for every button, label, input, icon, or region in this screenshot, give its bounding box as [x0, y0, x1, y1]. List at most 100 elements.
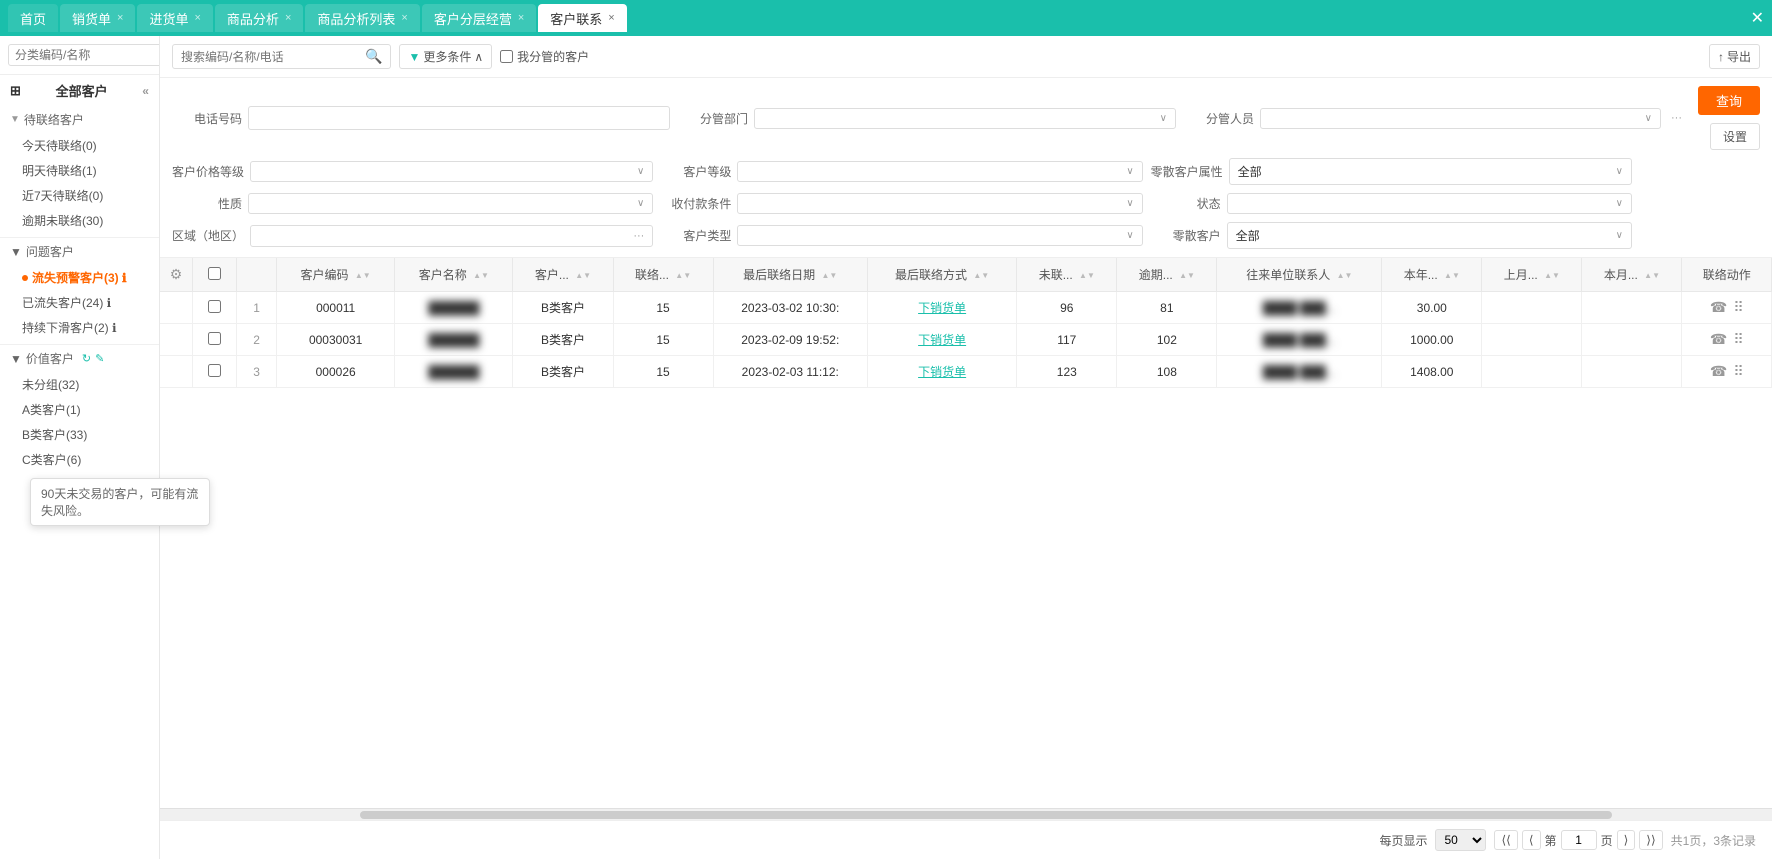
sidebar-item-today[interactable]: 今天待联络(0) [0, 133, 159, 158]
th-last-month[interactable]: 上月... ▲▼ [1482, 258, 1582, 292]
filter-cust-grade-select[interactable]: ∨ [737, 161, 1142, 182]
filter-nature-select[interactable]: ∨ [248, 193, 653, 214]
page-input[interactable] [1561, 830, 1597, 850]
my-customers-checkbox-label[interactable]: 我分管的客户 [500, 48, 589, 65]
horizontal-scroll-thumb[interactable] [360, 811, 1612, 819]
filter-price-grade-select[interactable]: ∨ [250, 161, 653, 182]
td-checkbox-2[interactable] [192, 356, 236, 388]
filter-row-2: 客户价格等级 ∨ 客户等级 ∨ 零散客户属性 全部 [172, 158, 1760, 185]
main-search-icon[interactable]: 🔍 [365, 48, 382, 65]
problem-customers-title[interactable]: ▼ 问题客户 [0, 237, 159, 265]
next-page-button[interactable]: ⟩ [1617, 830, 1636, 850]
td-way-2[interactable]: 下销货单 [867, 356, 1016, 388]
pending-contact-title[interactable]: ▼ 待联络客户 [0, 106, 159, 133]
horizontal-scroll-track[interactable] [160, 808, 1772, 820]
edit-icon[interactable]: ✎ [95, 352, 104, 365]
th-gear[interactable]: ⚙ [160, 258, 192, 292]
td-year-2: 1408.00 [1382, 356, 1482, 388]
th-this-year[interactable]: 本年... ▲▼ [1382, 258, 1482, 292]
my-customers-checkbox[interactable] [500, 50, 513, 63]
td-checkbox-0[interactable] [192, 292, 236, 324]
last-way-link-0[interactable]: 下销货单 [918, 301, 966, 315]
more-action-icon-1[interactable]: ⠿ [1733, 331, 1743, 348]
last-page-button[interactable]: ⟩⟩ [1639, 830, 1662, 850]
filter-zero-attr-select[interactable]: 全部 ∨ [1229, 158, 1632, 185]
sidebar-item-class-b[interactable]: B类客户(33) [0, 422, 159, 447]
th-company-contact[interactable]: 往来单位联系人 ▲▼ [1217, 258, 1382, 292]
refresh-icon[interactable]: ↻ [82, 352, 91, 365]
gear-icon[interactable]: ⚙ [170, 266, 183, 282]
row-checkbox-2[interactable] [208, 364, 221, 377]
sidebar-item-overdue[interactable]: 逾期未联络(30) [0, 208, 159, 233]
filter-region-more[interactable]: ··· [633, 230, 644, 242]
contact-icon-1[interactable]: ☎ [1710, 331, 1727, 348]
th-type[interactable]: 客户... ▲▼ [513, 258, 613, 292]
tab-analysis-list[interactable]: 商品分析列表 × [305, 4, 419, 32]
filter-region-select[interactable]: ··· [250, 225, 653, 247]
per-page-select[interactable]: 50 100 [1435, 829, 1486, 851]
first-page-button[interactable]: ⟨⟨ [1494, 830, 1517, 850]
more-action-icon-0[interactable]: ⠿ [1733, 299, 1743, 316]
sidebar-item-class-a[interactable]: A类客户(1) [0, 397, 159, 422]
sidebar-item-class-c[interactable]: C类客户(6) [0, 447, 159, 472]
filter-dept-select[interactable]: ∨ [754, 108, 1176, 129]
value-customers-title[interactable]: ▼ 价值客户 ↻ ✎ [0, 344, 159, 372]
customer-table: ⚙ 客户编码 ▲▼ 客户名称 ▲▼ 客户... ▲▼ 联络... ▲▼ 最后联络… [160, 258, 1772, 388]
row-checkbox-0[interactable] [208, 300, 221, 313]
filter-payment-select[interactable]: ∨ [737, 193, 1142, 214]
th-overdue[interactable]: 逾期... ▲▼ [1117, 258, 1217, 292]
setting-button[interactable]: 设置 [1710, 123, 1760, 150]
filter-status-select[interactable]: ∨ [1227, 193, 1632, 214]
sidebar-search-input[interactable] [8, 44, 160, 66]
sidebar-item-churned[interactable]: 已流失客户(24) ℹ [0, 290, 159, 315]
contact-icon-0[interactable]: ☎ [1710, 299, 1727, 316]
tab-customer-contact-close[interactable]: × [608, 12, 614, 24]
tab-purchase[interactable]: 进货单 × [137, 4, 212, 32]
last-way-link-1[interactable]: 下销货单 [918, 333, 966, 347]
query-button[interactable]: 查询 [1698, 86, 1760, 115]
more-filter-button[interactable]: ▼ 更多条件 ∧ [399, 44, 492, 69]
tab-sale-close[interactable]: × [117, 12, 123, 24]
filter-person-more[interactable]: ··· [1671, 112, 1682, 124]
td-way-1[interactable]: 下销货单 [867, 324, 1016, 356]
contact-icon-2[interactable]: ☎ [1710, 363, 1727, 380]
sidebar-item-declining[interactable]: 持续下滑客户(2) ℹ [0, 315, 159, 340]
sidebar-collapse-icon[interactable]: « [142, 84, 149, 98]
close-all-button[interactable]: ✕ [1751, 8, 1764, 28]
th-this-month[interactable]: 本月... ▲▼ [1582, 258, 1682, 292]
filter-phone-input[interactable] [248, 106, 670, 130]
th-last-contact-date[interactable]: 最后联络日期 ▲▼ [713, 258, 867, 292]
sidebar-item-ungrouped[interactable]: 未分组(32) [0, 372, 159, 397]
tab-analysis[interactable]: 商品分析 × [215, 4, 303, 32]
export-button[interactable]: ↑ 导出 [1709, 44, 1760, 69]
filter-zero-cust-select[interactable]: 全部 ∨ [1227, 222, 1632, 249]
more-action-icon-2[interactable]: ⠿ [1733, 363, 1743, 380]
th-code[interactable]: 客户编码 ▲▼ [277, 258, 395, 292]
prev-page-button[interactable]: ⟨ [1522, 830, 1541, 850]
select-all-checkbox[interactable] [208, 267, 221, 280]
sidebar-item-churn-warning[interactable]: 流失预警客户(3) ℹ [0, 265, 159, 290]
filter-person-select[interactable]: ∨ [1260, 108, 1661, 129]
tab-customer-tier[interactable]: 客户分层经营 × [422, 4, 536, 32]
th-no-contact[interactable]: 未联... ▲▼ [1017, 258, 1117, 292]
tab-customer-tier-close[interactable]: × [518, 12, 524, 24]
sidebar-item-week[interactable]: 近7天待联络(0) [0, 183, 159, 208]
th-checkbox[interactable] [192, 258, 236, 292]
main-search-input[interactable] [181, 50, 361, 64]
td-checkbox-1[interactable] [192, 324, 236, 356]
tab-purchase-close[interactable]: × [194, 12, 200, 24]
row-checkbox-1[interactable] [208, 332, 221, 345]
th-last-contact-way[interactable]: 最后联络方式 ▲▼ [867, 258, 1016, 292]
tab-home[interactable]: 首页 [8, 4, 58, 32]
tab-sale[interactable]: 销货单 × [60, 4, 135, 32]
tab-customer-contact[interactable]: 客户联系 × [538, 4, 626, 32]
tab-analysis-close[interactable]: × [285, 12, 291, 24]
last-way-link-2[interactable]: 下销货单 [918, 365, 966, 379]
th-contact[interactable]: 联络... ▲▼ [613, 258, 713, 292]
sidebar-item-tomorrow[interactable]: 明天待联络(1) [0, 158, 159, 183]
all-customers-header[interactable]: ⊞ 全部客户 « [0, 75, 159, 106]
td-way-0[interactable]: 下销货单 [867, 292, 1016, 324]
tab-analysis-list-close[interactable]: × [401, 12, 407, 24]
th-name[interactable]: 客户名称 ▲▼ [395, 258, 513, 292]
filter-cust-type-select[interactable]: ∨ [737, 225, 1142, 246]
